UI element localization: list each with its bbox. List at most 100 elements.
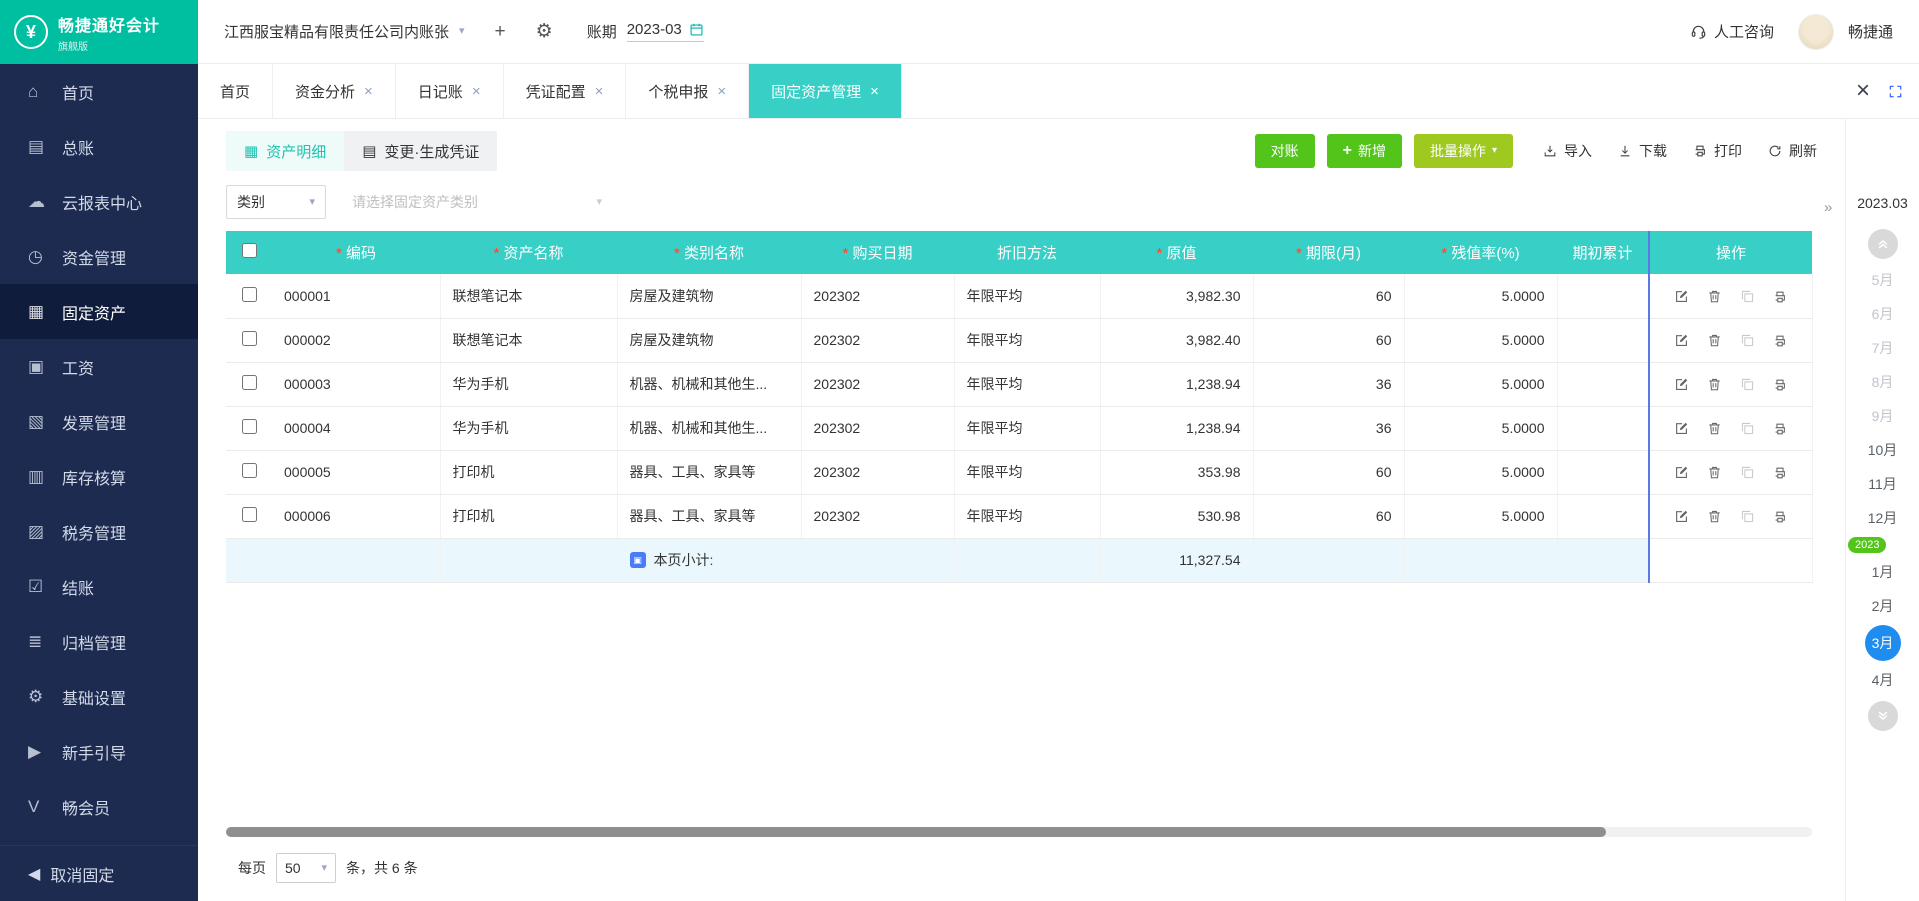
sidebar-item-funds[interactable]: ◷ 资金管理 [0, 229, 198, 284]
copy-icon[interactable] [1740, 377, 1755, 392]
company-selector[interactable]: 江西服宝精品有限责任公司内账张 ▾ [224, 21, 465, 42]
edit-icon[interactable] [1674, 289, 1689, 304]
rail-collapse-icon[interactable]: » [1824, 199, 1832, 216]
copy-icon[interactable] [1740, 421, 1755, 436]
copy-icon[interactable] [1740, 289, 1755, 304]
close-icon[interactable]: × [595, 84, 604, 99]
print-button[interactable]: 打印 [1693, 141, 1742, 161]
sidebar-item-tax[interactable]: ▨ 税务管理 [0, 504, 198, 559]
edit-icon[interactable] [1674, 377, 1689, 392]
month-item-1月[interactable]: 1月 [1846, 555, 1919, 589]
delete-icon[interactable] [1707, 333, 1722, 348]
delete-icon[interactable] [1707, 289, 1722, 304]
edit-icon[interactable] [1674, 509, 1689, 524]
fullscreen-button[interactable] [1888, 84, 1903, 99]
close-icon[interactable]: × [364, 84, 373, 99]
month-item-9月[interactable]: 9月 [1846, 399, 1919, 433]
month-item-6月[interactable]: 6月 [1846, 297, 1919, 331]
edit-icon[interactable] [1674, 465, 1689, 480]
sidebar-item-archive[interactable]: ≣ 归档管理 [0, 614, 198, 669]
column-header-opening-accum[interactable]: 期初累计 [1557, 231, 1649, 274]
month-item-10月[interactable]: 10月 [1846, 433, 1919, 467]
sidebar-item-home[interactable]: ⌂ 首页 [0, 64, 198, 119]
column-header-category-name[interactable]: * 类别名称 [617, 231, 801, 274]
copy-icon[interactable] [1740, 333, 1755, 348]
edit-icon[interactable] [1674, 333, 1689, 348]
asset-category-select[interactable]: 请选择固定资产类别 ▾ [352, 192, 602, 212]
sidebar-item-invoice[interactable]: ▧ 发票管理 [0, 394, 198, 449]
sidebar-item-member[interactable]: V 畅会员 [0, 779, 198, 834]
copy-icon[interactable] [1740, 509, 1755, 524]
copy-icon[interactable] [1740, 465, 1755, 480]
delete-icon[interactable] [1707, 377, 1722, 392]
avatar[interactable] [1797, 13, 1834, 50]
import-button[interactable]: 导入 [1543, 141, 1592, 161]
reconcile-button[interactable]: 对账 [1254, 134, 1315, 168]
print-icon[interactable] [1773, 378, 1787, 392]
column-header-operations[interactable]: 操作 [1648, 231, 1812, 274]
month-item-12月[interactable]: 12月 [1846, 501, 1919, 535]
print-icon[interactable] [1773, 466, 1787, 480]
sidebar-item-general-ledger[interactable]: ▤ 总账 [0, 119, 198, 174]
scroll-months-down-button[interactable] [1867, 701, 1898, 731]
column-header-asset-name[interactable]: * 资产名称 [440, 231, 617, 274]
column-header-term-months[interactable]: * 期限(月) [1253, 231, 1404, 274]
add-button[interactable]: + 新增 [1326, 134, 1402, 168]
tab-voucher-config[interactable]: 凭证配置 × [504, 64, 627, 118]
delete-icon[interactable] [1707, 465, 1722, 480]
month-item-8月[interactable]: 8月 [1846, 365, 1919, 399]
column-header-purchase-date[interactable]: * 购买日期 [801, 231, 954, 274]
select-all-checkbox[interactable] [241, 243, 257, 258]
sidebar-item-cloud-reports[interactable]: ☁ 云报表中心 [0, 174, 198, 229]
category-select[interactable]: 类别 ▾ [226, 185, 326, 219]
app-logo[interactable]: ¥ 畅捷通好会计 旗舰版 [0, 0, 198, 64]
tab-home[interactable]: 首页 [198, 64, 274, 118]
print-icon[interactable] [1773, 510, 1787, 524]
column-header-code[interactable]: * 编码 [272, 231, 440, 274]
help-button[interactable]: 人工咨询 [1690, 21, 1774, 42]
download-button[interactable]: 下载 [1618, 141, 1667, 161]
add-account-button[interactable]: + [495, 22, 506, 41]
settings-gear-button[interactable]: ⚙ [536, 22, 553, 41]
unpin-sidebar-button[interactable]: ◀ 取消固定 [0, 845, 198, 901]
row-checkbox[interactable] [241, 331, 257, 346]
month-item-11月[interactable]: 11月 [1846, 467, 1919, 501]
close-icon[interactable]: × [717, 84, 726, 99]
batch-button[interactable]: 批量操作 ▾ [1413, 134, 1513, 168]
sidebar-item-fixed-assets[interactable]: ▦ 固定资产 [0, 284, 198, 339]
sidebar-item-salary[interactable]: ▣ 工资 [0, 339, 198, 394]
tab-fixed-assets-mgmt[interactable]: 固定资产管理 × [749, 64, 902, 118]
print-icon[interactable] [1773, 334, 1787, 348]
print-icon[interactable] [1773, 422, 1787, 436]
scroll-months-up-button[interactable] [1867, 229, 1898, 259]
sidebar-item-closing[interactable]: ☑ 结账 [0, 559, 198, 614]
tab-journal[interactable]: 日记账 × [396, 64, 504, 118]
row-checkbox[interactable] [241, 286, 257, 302]
scrollbar-thumb[interactable] [226, 827, 1606, 837]
close-tab-button[interactable]: × [1856, 79, 1870, 103]
month-item-7月[interactable]: 7月 [1846, 331, 1919, 365]
delete-icon[interactable] [1707, 421, 1722, 436]
subtab-asset-detail[interactable]: ▦ 资产明细 [226, 131, 345, 171]
month-item-4月[interactable]: 4月 [1846, 663, 1919, 697]
user-name[interactable]: 畅捷通 [1848, 21, 1893, 42]
refresh-button[interactable]: 刷新 [1768, 141, 1817, 161]
delete-icon[interactable] [1707, 509, 1722, 524]
tab-funds-analysis[interactable]: 资金分析 × [273, 64, 396, 118]
row-checkbox[interactable] [241, 507, 257, 522]
sidebar-item-guide[interactable]: ▶ 新手引导 [0, 724, 198, 779]
edit-icon[interactable] [1674, 421, 1689, 436]
sidebar-item-inventory[interactable]: ▥ 库存核算 [0, 449, 198, 504]
row-checkbox[interactable] [241, 375, 257, 390]
row-checkbox[interactable] [241, 463, 257, 478]
column-header-depreciation-method[interactable]: 折旧方法 [954, 231, 1100, 274]
close-icon[interactable]: × [870, 84, 879, 99]
month-item-5月[interactable]: 5月 [1846, 263, 1919, 297]
month-item-2月[interactable]: 2月 [1846, 589, 1919, 623]
period-picker[interactable]: 2023-03 [626, 21, 704, 42]
horizontal-scrollbar[interactable] [226, 827, 1812, 837]
column-header-original-value[interactable]: * 原值 [1100, 231, 1253, 274]
sidebar-item-settings[interactable]: ⚙ 基础设置 [0, 669, 198, 724]
subtab-change-voucher[interactable]: ▤ 变更·生成凭证 [344, 131, 497, 171]
month-item-3月[interactable]: 3月 [1864, 625, 1901, 661]
